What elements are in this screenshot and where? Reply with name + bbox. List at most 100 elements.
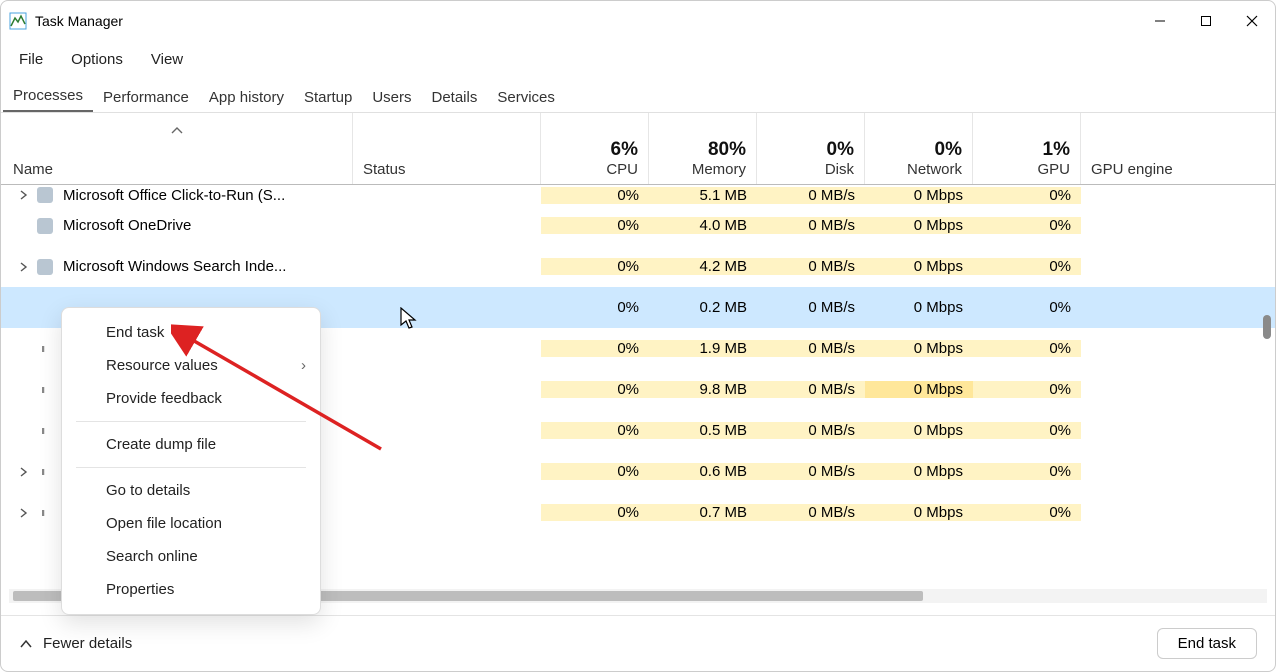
column-cpu[interactable]: 6%CPU: [541, 113, 649, 184]
ctx-open-file-location[interactable]: Open file location: [62, 507, 320, 540]
column-network[interactable]: 0%Network: [865, 113, 973, 184]
ctx-resource-values[interactable]: Resource values: [62, 349, 320, 382]
column-gpu-engine[interactable]: GPU engine: [1081, 113, 1275, 184]
cell-cpu: 0%: [541, 422, 649, 439]
fewer-details-toggle[interactable]: Fewer details: [19, 635, 132, 652]
menu-view[interactable]: View: [141, 47, 193, 72]
close-button[interactable]: [1229, 1, 1275, 41]
table-header: Name Status 6%CPU 80%Memory 0%Disk 0%Net…: [1, 113, 1275, 185]
cell-net: 0 Mbps: [865, 340, 973, 357]
ctx-create-dump[interactable]: Create dump file: [62, 428, 320, 461]
titlebar: Task Manager: [1, 1, 1275, 41]
cell-mem: 9.8 MB: [649, 381, 757, 398]
end-task-button[interactable]: End task: [1157, 628, 1257, 659]
tab-performance[interactable]: Performance: [93, 83, 199, 112]
cell-cpu: 0%: [541, 504, 649, 521]
ctx-end-task[interactable]: End task: [62, 316, 320, 349]
menu-options[interactable]: Options: [61, 47, 133, 72]
cell-net: 0 Mbps: [865, 258, 973, 275]
vertical-scrollbar-thumb[interactable]: [1263, 315, 1271, 339]
cell-cpu: 0%: [541, 187, 649, 204]
cell-disk: 0 MB/s: [757, 217, 865, 234]
process-icon: [35, 216, 55, 236]
cell-gpu: 0%: [973, 187, 1081, 204]
process-name: Microsoft Office Click-to-Run (S...: [63, 187, 285, 204]
cell-cpu: 0%: [541, 340, 649, 357]
fewer-details-label: Fewer details: [43, 635, 132, 652]
process-row[interactable]: Microsoft Office Click-to-Run (S...0%5.1…: [1, 185, 1275, 205]
cell-disk: 0 MB/s: [757, 381, 865, 398]
ctx-properties[interactable]: Properties: [62, 573, 320, 606]
cell-net: 0 Mbps: [865, 422, 973, 439]
expand-icon[interactable]: [11, 262, 35, 272]
column-memory[interactable]: 80%Memory: [649, 113, 757, 184]
cell-mem: 1.9 MB: [649, 340, 757, 357]
cell-disk: 0 MB/s: [757, 422, 865, 439]
cell-net: 0 Mbps: [865, 504, 973, 521]
cell-mem: 0.5 MB: [649, 422, 757, 439]
tab-users[interactable]: Users: [362, 83, 421, 112]
cell-mem: 0.6 MB: [649, 463, 757, 480]
cell-net: 0 Mbps: [865, 463, 973, 480]
window-title: Task Manager: [35, 13, 123, 29]
tab-processes[interactable]: Processes: [3, 81, 93, 112]
cell-net: 0 Mbps: [865, 217, 973, 234]
cell-gpu: 0%: [973, 504, 1081, 521]
process-icon: [35, 339, 55, 359]
cell-mem: 5.1 MB: [649, 187, 757, 204]
sort-ascending-icon: [171, 121, 183, 138]
tab-startup[interactable]: Startup: [294, 83, 362, 112]
cell-gpu: 0%: [973, 299, 1081, 316]
context-menu: End task Resource values Provide feedbac…: [61, 307, 321, 615]
ctx-go-to-details[interactable]: Go to details: [62, 474, 320, 507]
cell-gpu: 0%: [973, 422, 1081, 439]
expand-icon[interactable]: [11, 467, 35, 477]
cell-cpu: 0%: [541, 381, 649, 398]
menubar: File Options View: [1, 41, 1275, 77]
tab-app-history[interactable]: App history: [199, 83, 294, 112]
cell-mem: 4.2 MB: [649, 258, 757, 275]
cell-disk: 0 MB/s: [757, 463, 865, 480]
menu-file[interactable]: File: [9, 47, 53, 72]
process-name: Microsoft OneDrive: [63, 217, 191, 234]
process-icon: [35, 503, 55, 523]
process-row[interactable]: Microsoft OneDrive0%4.0 MB0 MB/s0 Mbps0%: [1, 205, 1275, 246]
app-icon: [9, 12, 27, 30]
expand-icon[interactable]: [11, 508, 35, 518]
task-manager-window: Task Manager File Options View Processes…: [0, 0, 1276, 672]
column-gpu[interactable]: 1%GPU: [973, 113, 1081, 184]
tab-bar: Processes Performance App history Startu…: [1, 77, 1275, 113]
tab-services[interactable]: Services: [487, 83, 565, 112]
process-icon: [35, 185, 55, 205]
process-row[interactable]: Microsoft Windows Search Inde... 0%4.2 MB…: [1, 246, 1275, 287]
cell-mem: 0.2 MB: [649, 299, 757, 316]
column-name-label: Name: [13, 161, 342, 178]
tab-details[interactable]: Details: [422, 83, 488, 112]
cell-gpu: 0%: [973, 340, 1081, 357]
process-icon: [35, 421, 55, 441]
cell-disk: 0 MB/s: [757, 299, 865, 316]
cell-net: 0 Mbps: [865, 381, 973, 398]
cell-gpu: 0%: [973, 217, 1081, 234]
cell-cpu: 0%: [541, 463, 649, 480]
cell-cpu: 0%: [541, 258, 649, 275]
cell-net: 0 Mbps: [865, 299, 973, 316]
cell-cpu: 0%: [541, 217, 649, 234]
column-name[interactable]: Name: [1, 113, 353, 184]
minimize-button[interactable]: [1137, 1, 1183, 41]
process-name: Microsoft Windows Search Inde...: [63, 258, 286, 275]
cell-cpu: 0%: [541, 299, 649, 316]
cell-mem: 4.0 MB: [649, 217, 757, 234]
expand-icon[interactable]: [11, 190, 35, 200]
footer: Fewer details End task: [1, 615, 1275, 671]
column-status[interactable]: Status: [353, 113, 541, 184]
ctx-search-online[interactable]: Search online: [62, 540, 320, 573]
chevron-up-icon: [19, 637, 33, 651]
cell-disk: 0 MB/s: [757, 258, 865, 275]
maximize-button[interactable]: [1183, 1, 1229, 41]
column-disk[interactable]: 0%Disk: [757, 113, 865, 184]
cell-gpu: 0%: [973, 463, 1081, 480]
process-icon: [35, 298, 55, 318]
ctx-provide-feedback[interactable]: Provide feedback: [62, 382, 320, 415]
cell-disk: 0 MB/s: [757, 504, 865, 521]
